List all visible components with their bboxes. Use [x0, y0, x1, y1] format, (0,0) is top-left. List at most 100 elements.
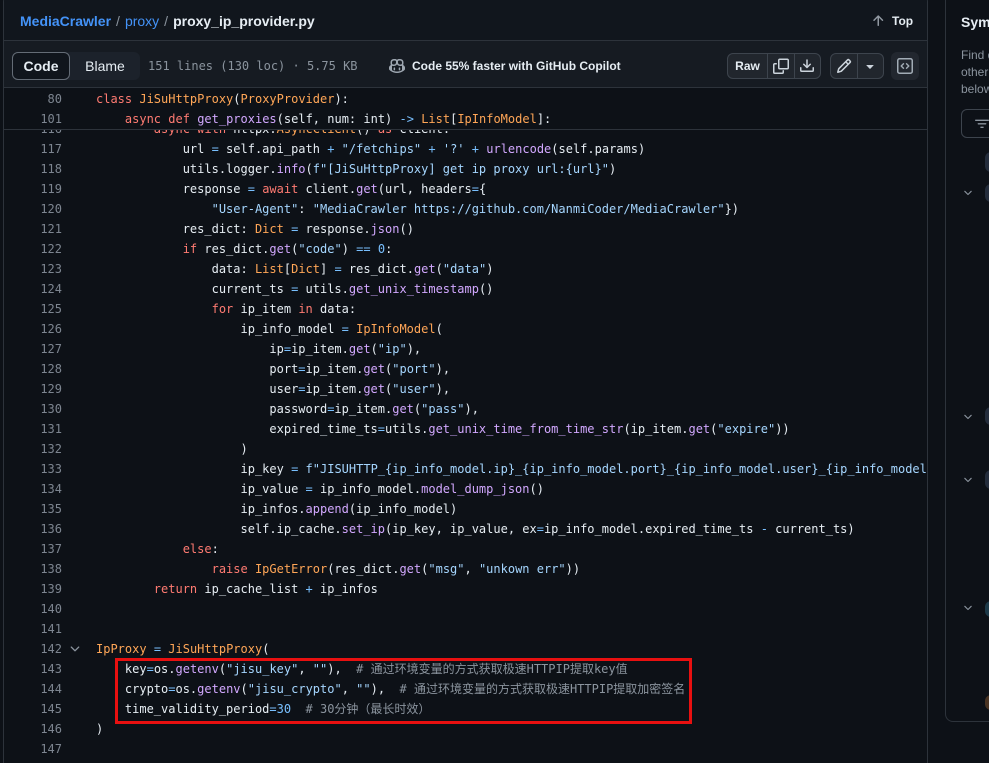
symbol-item-chip[interactable]	[985, 695, 989, 710]
symbol-group-chevron-icon[interactable]	[962, 187, 974, 199]
code-line: 132 )	[4, 439, 927, 459]
line-content: time_validity_period=30 # 30分钟（最长时效）	[96, 699, 430, 719]
symbols-panel-description-line: Find definitions and references for func…	[961, 47, 989, 64]
edit-file-button[interactable]	[831, 54, 857, 78]
code-line: 145 time_validity_period=30 # 30分钟（最长时效）	[4, 699, 927, 719]
line-number[interactable]: 126	[4, 319, 62, 339]
symbol-group-chevron-icon[interactable]	[962, 474, 974, 486]
download-button[interactable]	[794, 54, 821, 78]
collapse-chevron-icon[interactable]	[68, 642, 82, 656]
code-line: 133 ip_key = f"JISUHTTP_{ip_info_model.i…	[4, 459, 927, 479]
line-content: expired_time_ts=utils.get_unix_time_from…	[96, 419, 790, 439]
code-line: 144 crypto=os.getenv("jisu_crypto", ""),…	[4, 679, 927, 699]
code-line: 80class JiSuHttpProxy(ProxyProvider):	[4, 89, 927, 109]
line-content: if res_dict.get("code") == 0:	[96, 239, 392, 259]
edit-button-group	[830, 53, 884, 79]
symbol-group-chevron-icon[interactable]	[962, 602, 974, 614]
line-number[interactable]: 143	[4, 659, 62, 679]
code-line: 138 raise IpGetError(res_dict.get("msg",…	[4, 559, 927, 579]
line-number[interactable]: 127	[4, 339, 62, 359]
code-line: 140	[4, 599, 927, 619]
line-content: )	[96, 719, 103, 739]
line-number[interactable]: 142	[4, 639, 62, 659]
tab-blame[interactable]: Blame	[70, 52, 140, 80]
line-number[interactable]: 80	[4, 89, 62, 109]
line-number[interactable]: 123	[4, 259, 62, 279]
symbols-panel-title: Symbols	[961, 12, 989, 32]
tab-code[interactable]: Code	[12, 52, 70, 80]
code-symbol-icon	[897, 58, 913, 74]
line-number[interactable]: 133	[4, 459, 62, 479]
code-line: 135 ip_infos.append(ip_info_model)	[4, 499, 927, 519]
code-line: 146)	[4, 719, 927, 739]
line-number[interactable]: 135	[4, 499, 62, 519]
line-content: "User-Agent": "MediaCrawler https://gith…	[96, 199, 739, 219]
line-number[interactable]: 121	[4, 219, 62, 239]
code-line: 129 user=ip_item.get("user"),	[4, 379, 927, 399]
line-content: ip_key = f"JISUHTTP_{ip_info_model.ip}_{…	[96, 459, 928, 479]
symbols-filter-input[interactable]	[961, 109, 989, 138]
download-icon	[799, 58, 815, 74]
line-number[interactable]: 120	[4, 199, 62, 219]
line-content: res_dict: Dict = response.json()	[96, 219, 414, 239]
breadcrumb-separator: /	[111, 13, 125, 29]
code-line: 124 current_ts = utils.get_unix_timestam…	[4, 279, 927, 299]
line-number[interactable]: 140	[4, 599, 62, 619]
breadcrumb-repo-link[interactable]: MediaCrawler	[20, 13, 111, 29]
line-number[interactable]: 118	[4, 159, 62, 179]
code-line: 131 expired_time_ts=utils.get_unix_time_…	[4, 419, 927, 439]
line-number[interactable]: 128	[4, 359, 62, 379]
line-content: for ip_item in data:	[96, 299, 356, 319]
line-number[interactable]: 125	[4, 299, 62, 319]
line-number[interactable]: 144	[4, 679, 62, 699]
line-number[interactable]: 139	[4, 579, 62, 599]
line-number[interactable]: 138	[4, 559, 62, 579]
symbol-group-chevron-icon[interactable]	[962, 411, 974, 423]
symbol-item-chip[interactable]	[985, 470, 989, 489]
line-number[interactable]: 101	[4, 109, 62, 129]
line-number[interactable]: 124	[4, 279, 62, 299]
triangle-down-icon	[862, 58, 878, 74]
line-number[interactable]: 117	[4, 139, 62, 159]
line-number[interactable]: 131	[4, 419, 62, 439]
symbol-item-chip[interactable]	[985, 184, 989, 202]
file-view-container: MediaCrawler/proxy/proxy_ip_provider.py …	[3, 0, 928, 763]
breadcrumb: MediaCrawler/proxy/proxy_ip_provider.py	[20, 11, 315, 31]
line-number[interactable]: 122	[4, 239, 62, 259]
line-number[interactable]: 134	[4, 479, 62, 499]
code-line: 101 async def get_proxies(self, num: int…	[4, 109, 927, 129]
line-number[interactable]: 137	[4, 539, 62, 559]
back-to-top-link[interactable]: Top	[870, 9, 913, 33]
line-content: password=ip_item.get("pass"),	[96, 399, 479, 419]
line-number[interactable]: 130	[4, 399, 62, 419]
code-line: 134 ip_value = ip_info_model.model_dump_…	[4, 479, 927, 499]
arrow-up-icon	[870, 13, 886, 29]
line-number[interactable]: 119	[4, 179, 62, 199]
line-number[interactable]: 132	[4, 439, 62, 459]
line-number[interactable]: 129	[4, 379, 62, 399]
code-line: 136 self.ip_cache.set_ip(ip_key, ip_valu…	[4, 519, 927, 539]
symbol-item-chip[interactable]	[985, 407, 989, 425]
line-number[interactable]: 141	[4, 619, 62, 639]
copilot-banner[interactable]: Code 55% faster with GitHub Copilot	[389, 56, 621, 76]
line-content: IpProxy = JiSuHttpProxy(	[96, 639, 269, 659]
symbols-panel-toggle-button[interactable]	[891, 52, 919, 80]
symbol-item-chip[interactable]	[985, 152, 989, 172]
line-number[interactable]: 146	[4, 719, 62, 739]
edit-dropdown-button[interactable]	[857, 54, 884, 78]
pencil-icon	[836, 58, 852, 74]
line-content: crypto=os.getenv("jisu_crypto", ""), # 通…	[96, 679, 685, 699]
breadcrumb-folder-link[interactable]: proxy	[125, 13, 159, 29]
line-content: ip_value = ip_info_model.model_dump_json…	[96, 479, 544, 499]
code-line: 128 port=ip_item.get("port"),	[4, 359, 927, 379]
code-line: 117 url = self.api_path + "/fetchips" + …	[4, 139, 927, 159]
copy-raw-button[interactable]	[767, 54, 794, 78]
symbols-panel-description-line: below.	[961, 81, 989, 98]
line-number[interactable]: 136	[4, 519, 62, 539]
line-number[interactable]: 147	[4, 739, 62, 759]
raw-button[interactable]: Raw	[728, 54, 767, 78]
line-number[interactable]: 145	[4, 699, 62, 719]
code-line: 126 ip_info_model = IpInfoModel(	[4, 319, 927, 339]
symbol-item-chip[interactable]	[985, 601, 989, 617]
line-content: ip_info_model = IpInfoModel(	[96, 319, 443, 339]
